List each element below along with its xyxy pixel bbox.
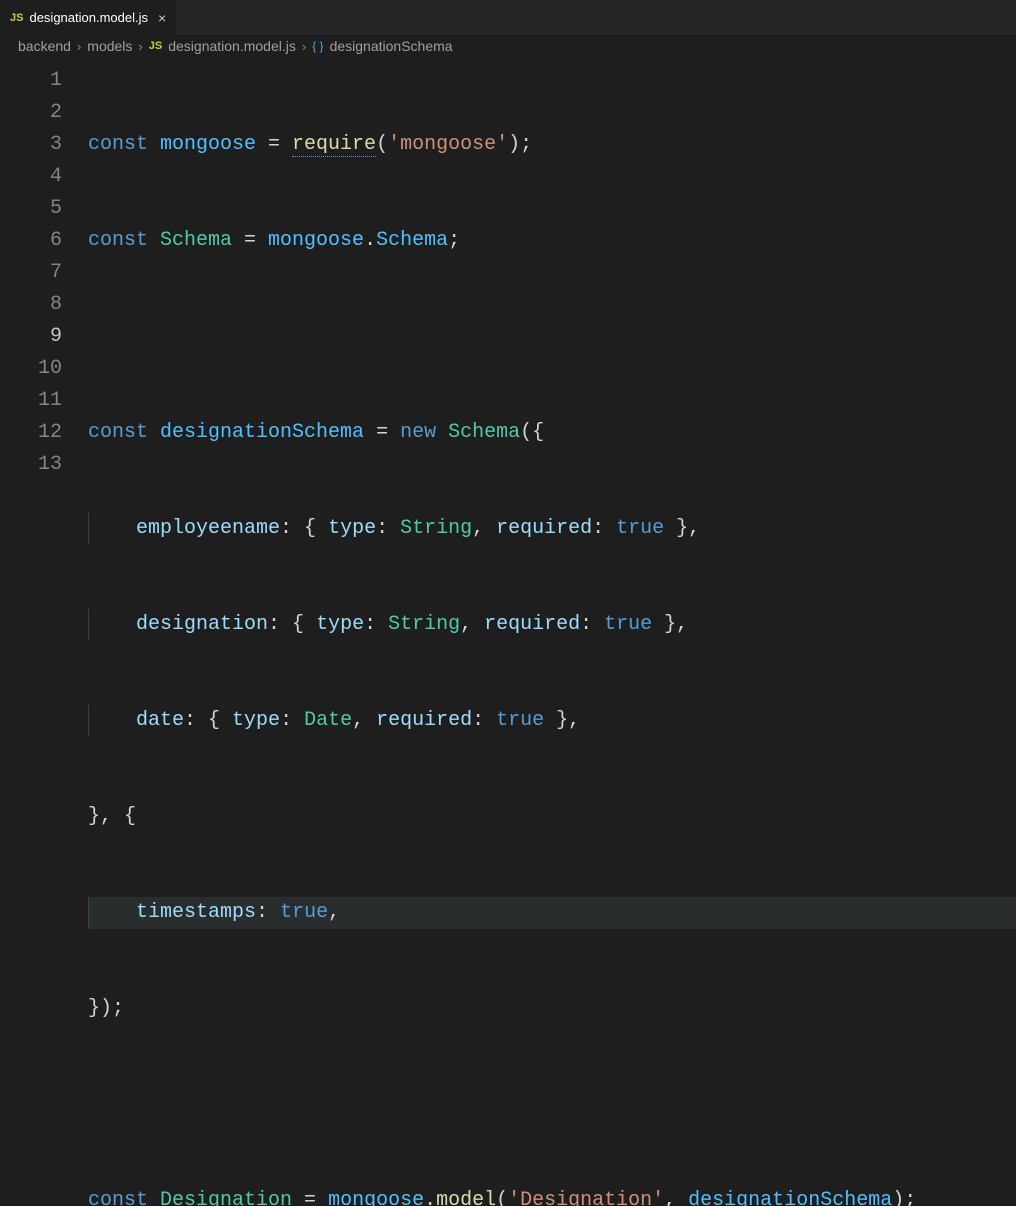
line-number: 3 xyxy=(0,129,62,161)
code-line: }, { xyxy=(88,801,1016,833)
code-line: designation: { type: String, required: t… xyxy=(88,609,1016,641)
code-line xyxy=(88,1089,1016,1121)
line-number: 7 xyxy=(0,257,62,289)
code-line: timestamps: true, xyxy=(88,897,1016,929)
chevron-right-icon: › xyxy=(302,39,306,54)
breadcrumb-seg-models[interactable]: models xyxy=(87,38,132,54)
line-number: 9 xyxy=(0,321,62,353)
line-number: 8 xyxy=(0,289,62,321)
editor[interactable]: 12345678910111213 const mongoose = requi… xyxy=(0,57,1016,603)
code-line: const Schema = mongoose.Schema; xyxy=(88,225,1016,257)
line-number: 11 xyxy=(0,385,62,417)
line-number: 2 xyxy=(0,97,62,129)
breadcrumb-seg-backend[interactable]: backend xyxy=(18,38,71,54)
line-number: 5 xyxy=(0,193,62,225)
tab-bar: JS designation.model.js × xyxy=(0,0,1016,35)
code-line: const Designation = mongoose.model('Desi… xyxy=(88,1185,1016,1206)
code-area[interactable]: const mongoose = require('mongoose'); co… xyxy=(88,57,1016,603)
code-line: }); xyxy=(88,993,1016,1025)
js-file-icon: JS xyxy=(10,12,23,24)
code-line: const mongoose = require('mongoose'); xyxy=(88,129,1016,161)
close-icon[interactable]: × xyxy=(158,10,166,26)
code-line: employeename: { type: String, required: … xyxy=(88,513,1016,545)
chevron-right-icon: › xyxy=(77,39,81,54)
chevron-right-icon: › xyxy=(138,39,142,54)
line-number: 10 xyxy=(0,353,62,385)
line-number-gutter: 12345678910111213 xyxy=(0,57,88,603)
code-line xyxy=(88,321,1016,353)
symbol-icon: { } xyxy=(312,39,323,53)
tab-designation-model[interactable]: JS designation.model.js × xyxy=(0,0,177,35)
line-number: 1 xyxy=(0,65,62,97)
tab-filename: designation.model.js xyxy=(29,10,148,25)
code-line: const designationSchema = new Schema({ xyxy=(88,417,1016,449)
line-number: 12 xyxy=(0,417,62,449)
code-line: date: { type: Date, required: true }, xyxy=(88,705,1016,737)
line-number: 6 xyxy=(0,225,62,257)
js-file-icon: JS xyxy=(149,40,162,52)
line-number: 13 xyxy=(0,449,62,481)
breadcrumb-seg-file[interactable]: designation.model.js xyxy=(168,38,296,54)
line-number: 4 xyxy=(0,161,62,193)
breadcrumb[interactable]: backend › models › JS designation.model.… xyxy=(0,35,1016,57)
breadcrumb-seg-symbol[interactable]: designationSchema xyxy=(330,38,453,54)
